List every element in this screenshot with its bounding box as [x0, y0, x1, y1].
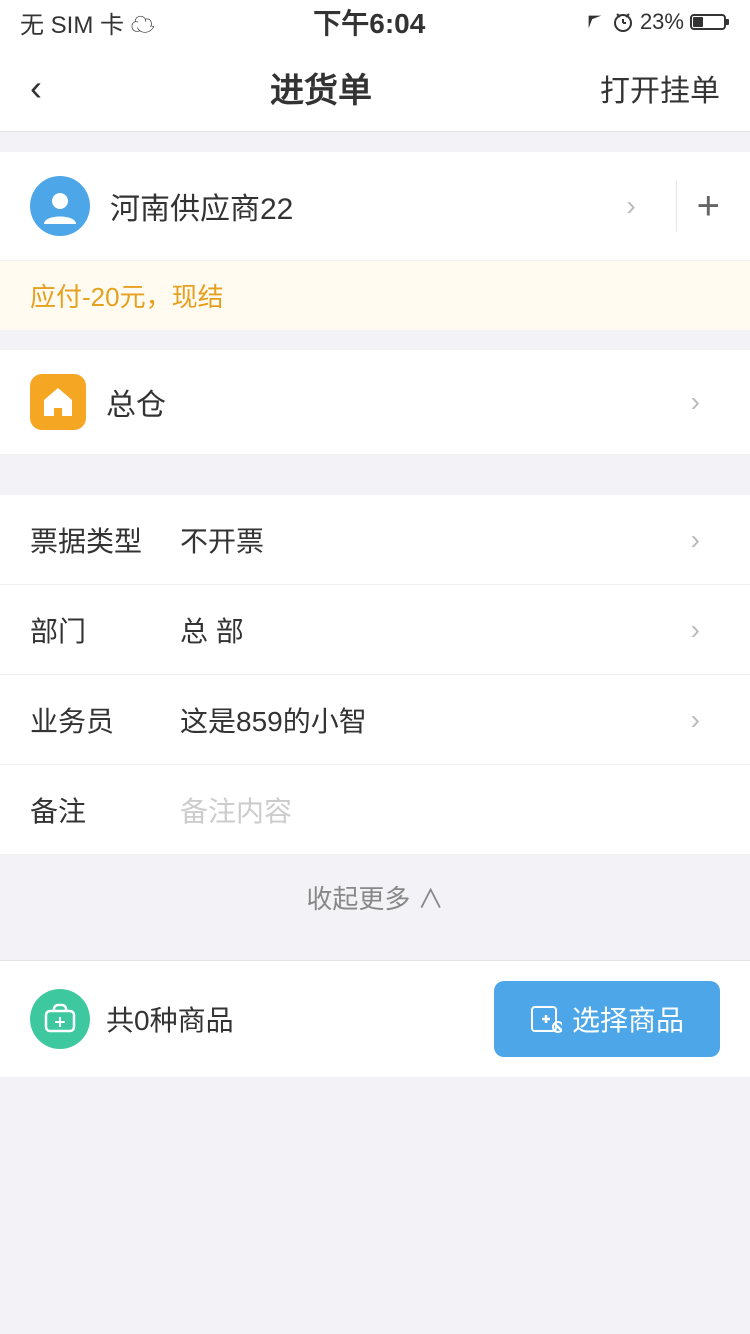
status-left: 无 SIM 卡 ☁ — [20, 5, 155, 40]
supplier-section: 河南供应商22 › + 应付-20元，现结 — [0, 152, 750, 330]
status-right: 23% — [584, 9, 730, 35]
salesperson-chevron-icon: › — [691, 704, 700, 736]
battery-text: 23% — [640, 9, 684, 35]
open-pending-button[interactable]: 打开挂单 — [600, 66, 720, 110]
invoice-type-label: 票据类型 — [30, 520, 170, 560]
notice-row: 应付-20元，现结 — [0, 261, 750, 330]
collapse-label: 收起更多 ∧ — [306, 884, 443, 914]
supplier-avatar — [30, 176, 90, 236]
salesperson-row[interactable]: 业务员 这是859的小智 › — [0, 675, 750, 765]
divider — [676, 181, 677, 231]
department-label: 部门 — [30, 610, 170, 650]
invoice-type-value: 不开票 — [170, 520, 691, 560]
salesperson-label: 业务员 — [30, 700, 170, 740]
remark-value[interactable]: 备注内容 — [170, 790, 720, 830]
nav-bar: ‹ 进货单 打开挂单 — [0, 44, 750, 132]
select-product-icon — [530, 1003, 562, 1035]
alarm-icon — [612, 11, 634, 33]
add-button[interactable]: + — [697, 186, 720, 226]
select-product-button[interactable]: 选择商品 — [494, 981, 720, 1057]
salesperson-value: 这是859的小智 — [170, 700, 691, 740]
remark-label: 备注 — [30, 790, 170, 830]
bottom-bar: 共0种商品 选择商品 — [0, 960, 750, 1077]
product-count-area: 共0种商品 — [30, 989, 234, 1049]
house-icon — [40, 384, 76, 420]
select-product-label: 选择商品 — [572, 999, 684, 1039]
department-chevron-icon: › — [691, 614, 700, 646]
section-gap-3 — [0, 455, 750, 475]
supplier-chevron-icon: › — [626, 190, 635, 222]
collapse-button[interactable]: 收起更多 ∧ — [0, 855, 750, 940]
invoice-type-row[interactable]: 票据类型 不开票 › — [0, 495, 750, 585]
warehouse-row[interactable]: 总仓 › — [0, 350, 750, 455]
location-icon — [584, 11, 606, 33]
notice-text: 应付-20元，现结 — [30, 282, 224, 312]
invoice-type-chevron-icon: › — [691, 524, 700, 556]
user-icon — [40, 186, 80, 226]
back-button[interactable]: ‹ — [30, 67, 42, 109]
warehouse-name: 总仓 — [106, 380, 691, 424]
product-count-text: 共0种商品 — [106, 999, 234, 1039]
cart-icon — [42, 1001, 78, 1037]
section-gap-2 — [0, 330, 750, 350]
product-icon — [30, 989, 90, 1049]
section-gap-1 — [0, 132, 750, 152]
supplier-name: 河南供应商22 — [110, 184, 626, 228]
supplier-row[interactable]: 河南供应商22 › + — [0, 152, 750, 261]
battery-icon — [690, 12, 730, 32]
department-row[interactable]: 部门 总 部 › — [0, 585, 750, 675]
status-bar: 无 SIM 卡 ☁ 下午6:04 23% — [0, 0, 750, 44]
warehouse-icon — [30, 374, 86, 430]
sim-status: 无 SIM 卡 ☁ — [20, 5, 155, 40]
warehouse-chevron-icon: › — [691, 386, 700, 418]
form-section: 票据类型 不开票 › 部门 总 部 › 业务员 这是859的小智 › 备注 备注… — [0, 495, 750, 855]
page-title: 进货单 — [270, 63, 372, 112]
department-value: 总 部 — [170, 610, 691, 650]
status-time: 下午6:04 — [313, 2, 425, 42]
remark-row[interactable]: 备注 备注内容 — [0, 765, 750, 855]
